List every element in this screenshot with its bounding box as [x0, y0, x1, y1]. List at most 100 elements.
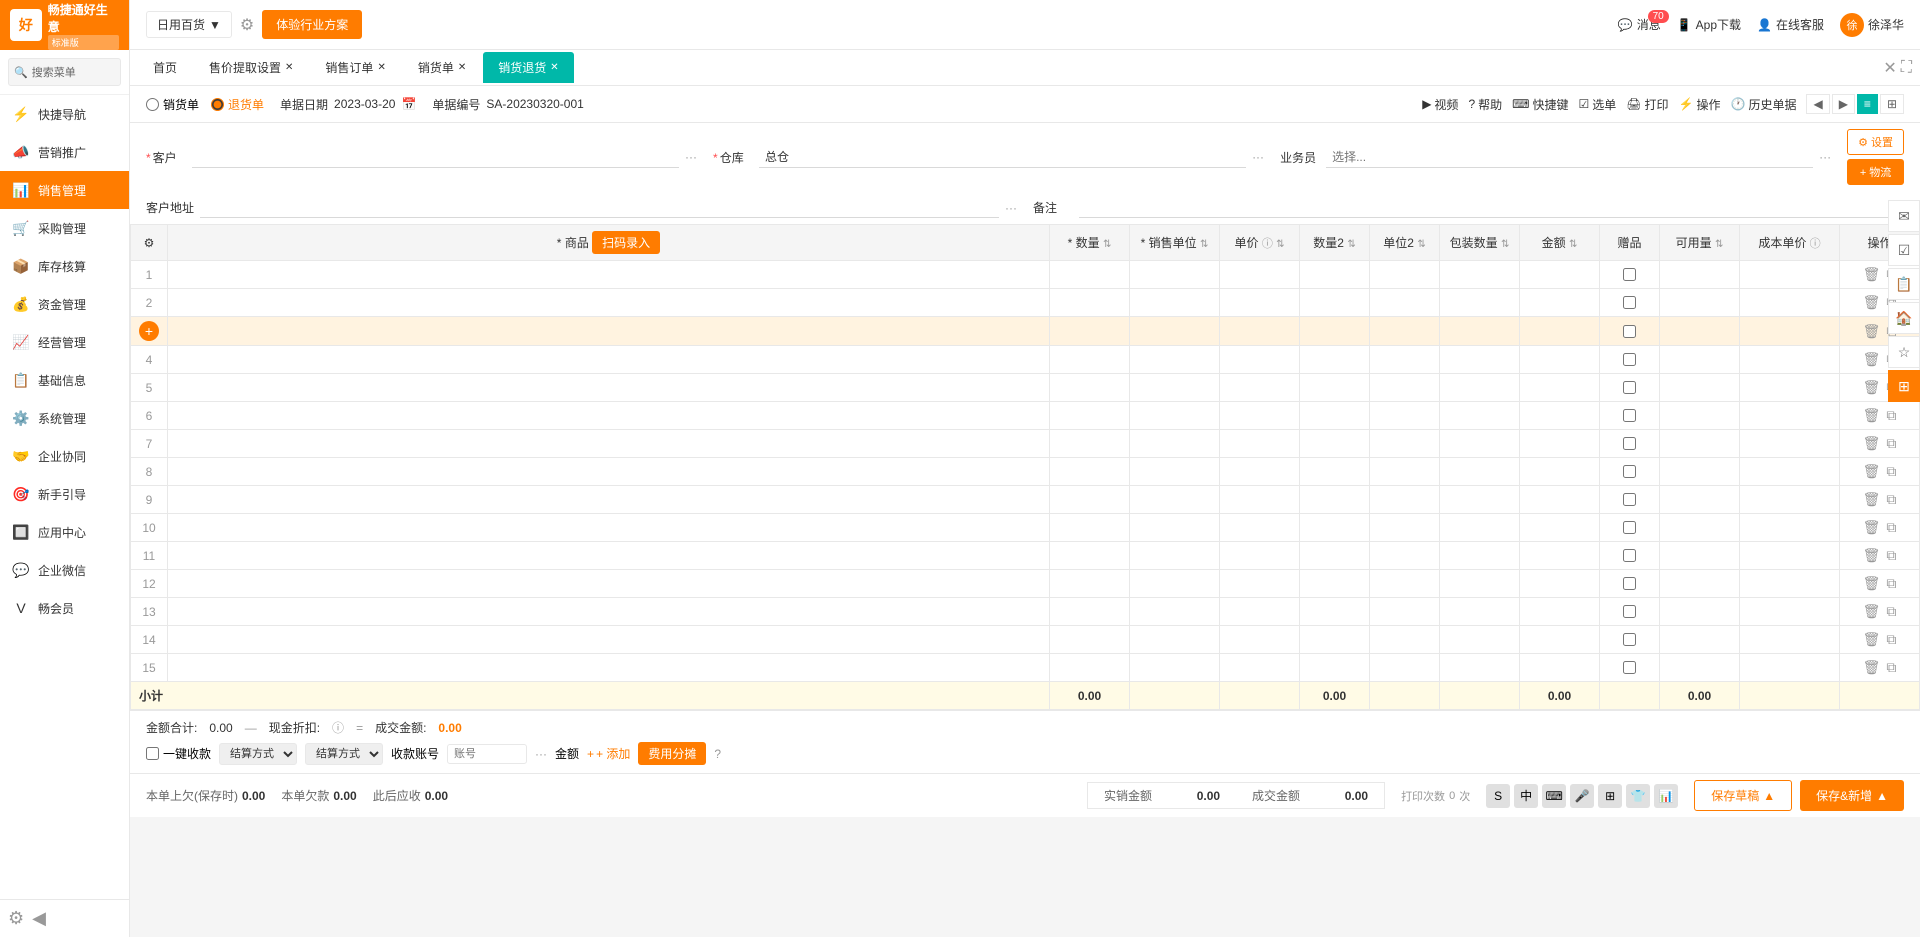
goods-input-1[interactable]: [176, 267, 1041, 282]
price-cell-12[interactable]: [1220, 570, 1300, 598]
unit2-cell-6[interactable]: [1370, 402, 1440, 430]
amount-cell-5[interactable]: [1520, 374, 1600, 402]
topbar-gear-icon[interactable]: ⚙: [240, 15, 254, 35]
cost-cell-13[interactable]: [1740, 598, 1840, 626]
qty2-sort-icon[interactable]: ⇅: [1347, 239, 1355, 250]
copy-row-btn-6[interactable]: ⧉: [1886, 407, 1896, 424]
amount-cell-1[interactable]: [1520, 261, 1600, 289]
cost-cell-14[interactable]: [1740, 626, 1840, 654]
tab-sales-return[interactable]: 销货退货 ✕: [483, 52, 573, 83]
pkg-qty-cell-13[interactable]: [1440, 598, 1520, 626]
amount-cell-11[interactable]: [1520, 542, 1600, 570]
qty-cell-3[interactable]: [1050, 317, 1130, 346]
cost-cell-11[interactable]: [1740, 542, 1840, 570]
available-cell-8[interactable]: [1660, 458, 1740, 486]
goods-cell-12[interactable]: [168, 570, 1050, 598]
goods-input-7[interactable]: [176, 436, 1041, 451]
amount-cell-2[interactable]: [1520, 289, 1600, 317]
unit-cell-10[interactable]: [1130, 514, 1220, 542]
available-cell-12[interactable]: [1660, 570, 1740, 598]
summary-method-select[interactable]: 结算方式: [305, 743, 383, 765]
copy-row-btn-13[interactable]: ⧉: [1886, 603, 1896, 620]
expand-window-btn[interactable]: ⛶: [1901, 59, 1912, 77]
amount-cell-15[interactable]: [1520, 654, 1600, 682]
note-input[interactable]: [1079, 197, 1904, 218]
goods-input-3[interactable]: [176, 324, 1041, 339]
delete-row-btn-5[interactable]: 🗑: [1863, 379, 1881, 396]
cost-cell-6[interactable]: [1740, 402, 1840, 430]
sidebar-settings-btn[interactable]: ⚙: [8, 908, 24, 929]
one-click-pay-checkbox[interactable]: [146, 747, 159, 760]
cost-cell-9[interactable]: [1740, 486, 1840, 514]
gift-check-4[interactable]: [1623, 353, 1636, 366]
goods-input-11[interactable]: [176, 548, 1041, 563]
qty2-cell-1[interactable]: [1300, 261, 1370, 289]
sidebar-item-sales[interactable]: 📊 销售管理: [0, 171, 129, 209]
goods-cell-10[interactable]: [168, 514, 1050, 542]
price-cell-14[interactable]: [1220, 626, 1300, 654]
delete-row-btn-9[interactable]: 🗑: [1863, 491, 1881, 508]
operate-btn[interactable]: ⚡ 操作: [1679, 96, 1721, 113]
unit-cell-15[interactable]: [1130, 654, 1220, 682]
app-download-button[interactable]: 📱 App下载: [1677, 16, 1741, 33]
view-list-btn[interactable]: ≡: [1857, 94, 1878, 114]
pkg-qty-cell-3[interactable]: [1440, 317, 1520, 346]
unit2-cell-3[interactable]: [1370, 317, 1440, 346]
print-btn[interactable]: 🖨 打印: [1626, 96, 1668, 113]
pkg-qty-cell-6[interactable]: [1440, 402, 1520, 430]
bottom-icon-6[interactable]: 👕: [1626, 784, 1650, 808]
copy-row-btn-12[interactable]: ⧉: [1886, 575, 1896, 592]
available-cell-3[interactable]: [1660, 317, 1740, 346]
delete-row-btn-15[interactable]: 🗑: [1863, 659, 1881, 676]
pkg-qty-cell-8[interactable]: [1440, 458, 1520, 486]
available-cell-14[interactable]: [1660, 626, 1740, 654]
pkg-qty-cell-4[interactable]: [1440, 346, 1520, 374]
shortcut-btn[interactable]: ⌨ 快捷键: [1512, 96, 1568, 113]
delete-row-btn-8[interactable]: 🗑: [1863, 463, 1881, 480]
cost-cell-7[interactable]: [1740, 430, 1840, 458]
pkg-qty-cell-1[interactable]: [1440, 261, 1520, 289]
unit-cell-6[interactable]: [1130, 402, 1220, 430]
pkg-qty-cell-5[interactable]: [1440, 374, 1520, 402]
goods-cell-4[interactable]: [168, 346, 1050, 374]
goods-cell-14[interactable]: [168, 626, 1050, 654]
unit2-cell-13[interactable]: [1370, 598, 1440, 626]
qty-cell-5[interactable]: [1050, 374, 1130, 402]
qty-cell-1[interactable]: [1050, 261, 1130, 289]
qty-cell-12[interactable]: [1050, 570, 1130, 598]
tab-close-order[interactable]: ✕: [377, 62, 385, 73]
delete-row-btn-11[interactable]: 🗑: [1863, 547, 1881, 564]
pkg-qty-cell-15[interactable]: [1440, 654, 1520, 682]
delete-row-btn-2[interactable]: 🗑: [1863, 294, 1881, 311]
unit-cell-12[interactable]: [1130, 570, 1220, 598]
available-cell-1[interactable]: [1660, 261, 1740, 289]
qty-cell-8[interactable]: [1050, 458, 1130, 486]
qty-cell-6[interactable]: [1050, 402, 1130, 430]
unit2-cell-1[interactable]: [1370, 261, 1440, 289]
qty-cell-10[interactable]: [1050, 514, 1130, 542]
qty2-cell-9[interactable]: [1300, 486, 1370, 514]
goods-input-13[interactable]: [176, 604, 1041, 619]
qty-cell-13[interactable]: [1050, 598, 1130, 626]
pkg-qty-cell-2[interactable]: [1440, 289, 1520, 317]
price-sort-icon[interactable]: ⇅: [1276, 239, 1284, 250]
unit-cell-13[interactable]: [1130, 598, 1220, 626]
goods-input-4[interactable]: [176, 352, 1041, 367]
unit2-cell-5[interactable]: [1370, 374, 1440, 402]
goods-cell-8[interactable]: [168, 458, 1050, 486]
goods-input-2[interactable]: [176, 295, 1041, 310]
qty-cell-11[interactable]: [1050, 542, 1130, 570]
sidebar-item-operation[interactable]: 📈 经营管理: [0, 323, 129, 361]
delete-row-btn-13[interactable]: 🗑: [1863, 603, 1881, 620]
gift-check-5[interactable]: [1623, 381, 1636, 394]
amount-cell-8[interactable]: [1520, 458, 1600, 486]
unit-cell-9[interactable]: [1130, 486, 1220, 514]
sidebar-item-wechat[interactable]: 💬 企业微信: [0, 551, 129, 589]
customer-picker-icon[interactable]: ···: [685, 150, 697, 164]
price-cell-15[interactable]: [1220, 654, 1300, 682]
col-settings[interactable]: ⚙: [131, 225, 168, 261]
cost-cell-5[interactable]: [1740, 374, 1840, 402]
goods-cell-15[interactable]: [168, 654, 1050, 682]
pkg-qty-cell-7[interactable]: [1440, 430, 1520, 458]
delete-row-btn-14[interactable]: 🗑: [1863, 631, 1881, 648]
